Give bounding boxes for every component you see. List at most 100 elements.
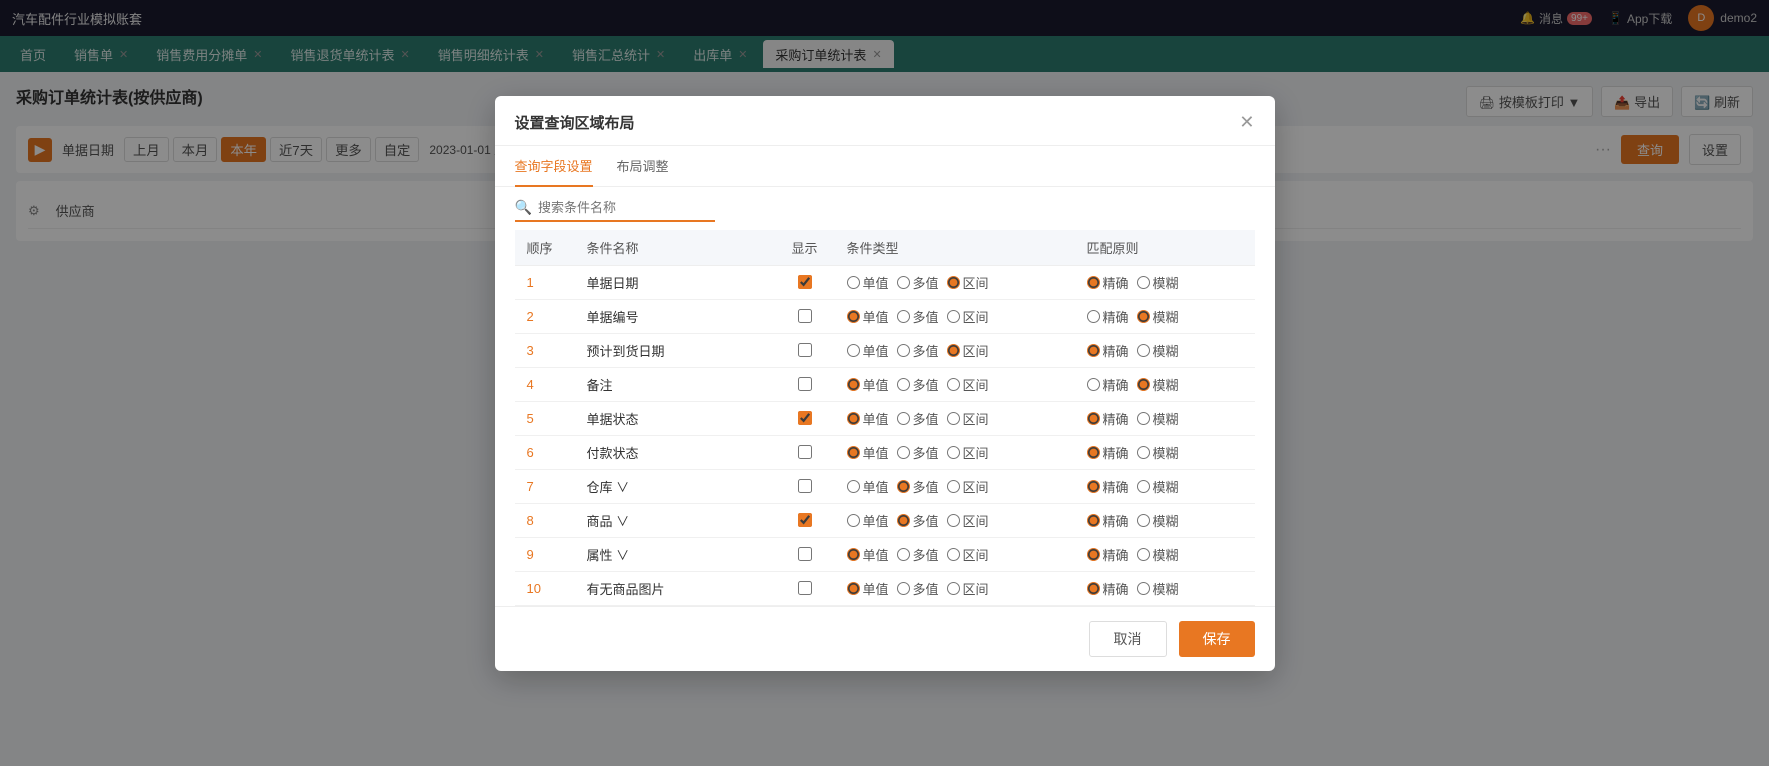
- match-radio-item[interactable]: 精确: [1087, 511, 1129, 530]
- type-radio-item[interactable]: 多值: [897, 477, 939, 496]
- type-type_range-radio[interactable]: [947, 276, 960, 289]
- match-match_exact-radio[interactable]: [1087, 514, 1100, 527]
- type-radio-item[interactable]: 单值: [847, 273, 889, 292]
- type-type_range-radio[interactable]: [947, 344, 960, 357]
- type-type_range-radio[interactable]: [947, 412, 960, 425]
- match-match_fuzzy-radio[interactable]: [1137, 446, 1150, 459]
- type-type_single-radio[interactable]: [847, 344, 860, 357]
- match-match_fuzzy-radio[interactable]: [1137, 276, 1150, 289]
- display-checkbox[interactable]: [798, 275, 812, 289]
- match-match_fuzzy-radio[interactable]: [1137, 514, 1150, 527]
- match-match_exact-radio[interactable]: [1087, 446, 1100, 459]
- save-button[interactable]: 保存: [1179, 621, 1255, 657]
- type-type_multi-radio[interactable]: [897, 548, 910, 561]
- match-match_fuzzy-radio[interactable]: [1137, 310, 1150, 323]
- type-radio-item[interactable]: 区间: [947, 273, 989, 292]
- match-match_exact-radio[interactable]: [1087, 548, 1100, 561]
- type-type_single-radio[interactable]: [847, 412, 860, 425]
- match-radio-item[interactable]: 模糊: [1137, 273, 1179, 292]
- type-radio-item[interactable]: 多值: [897, 579, 939, 598]
- type-radio-item[interactable]: 多值: [897, 545, 939, 564]
- type-radio-item[interactable]: 单值: [847, 477, 889, 496]
- display-checkbox[interactable]: [798, 411, 812, 425]
- display-checkbox[interactable]: [798, 479, 812, 493]
- type-type_range-radio[interactable]: [947, 514, 960, 527]
- display-checkbox[interactable]: [798, 547, 812, 561]
- match-match_fuzzy-radio[interactable]: [1137, 378, 1150, 391]
- type-radio-item[interactable]: 多值: [897, 511, 939, 530]
- type-type_multi-radio[interactable]: [897, 446, 910, 459]
- type-type_range-radio[interactable]: [947, 582, 960, 595]
- type-radio-item[interactable]: 单值: [847, 409, 889, 428]
- type-radio-item[interactable]: 单值: [847, 341, 889, 360]
- type-type_single-radio[interactable]: [847, 548, 860, 561]
- type-radio-item[interactable]: 区间: [947, 409, 989, 428]
- type-type_range-radio[interactable]: [947, 480, 960, 493]
- type-type_range-radio[interactable]: [947, 446, 960, 459]
- search-input[interactable]: [538, 200, 698, 215]
- dialog-close-button[interactable]: ✕: [1239, 113, 1254, 131]
- type-type_multi-radio[interactable]: [897, 412, 910, 425]
- type-type_single-radio[interactable]: [847, 446, 860, 459]
- type-type_range-radio[interactable]: [947, 378, 960, 391]
- display-checkbox[interactable]: [798, 445, 812, 459]
- type-type_range-radio[interactable]: [947, 548, 960, 561]
- type-type_single-radio[interactable]: [847, 310, 860, 323]
- match-match_fuzzy-radio[interactable]: [1137, 582, 1150, 595]
- type-type_single-radio[interactable]: [847, 582, 860, 595]
- type-type_single-radio[interactable]: [847, 378, 860, 391]
- match-radio-item[interactable]: 精确: [1087, 579, 1129, 598]
- display-checkbox[interactable]: [798, 513, 812, 527]
- match-radio-item[interactable]: 模糊: [1137, 477, 1179, 496]
- type-type_single-radio[interactable]: [847, 276, 860, 289]
- type-radio-item[interactable]: 区间: [947, 511, 989, 530]
- display-checkbox[interactable]: [798, 343, 812, 357]
- match-radio-item[interactable]: 模糊: [1137, 443, 1179, 462]
- tab-layout-adjustment[interactable]: 布局调整: [617, 146, 669, 187]
- type-radio-item[interactable]: 多值: [897, 443, 939, 462]
- match-match_exact-radio[interactable]: [1087, 582, 1100, 595]
- type-type_multi-radio[interactable]: [897, 344, 910, 357]
- type-type_range-radio[interactable]: [947, 310, 960, 323]
- match-match_exact-radio[interactable]: [1087, 344, 1100, 357]
- type-radio-item[interactable]: 单值: [847, 375, 889, 394]
- match-match_fuzzy-radio[interactable]: [1137, 344, 1150, 357]
- match-radio-item[interactable]: 模糊: [1137, 579, 1179, 598]
- type-type_single-radio[interactable]: [847, 514, 860, 527]
- display-checkbox[interactable]: [798, 377, 812, 391]
- match-radio-item[interactable]: 精确: [1087, 409, 1129, 428]
- match-radio-item[interactable]: 精确: [1087, 443, 1129, 462]
- type-radio-item[interactable]: 多值: [897, 409, 939, 428]
- match-radio-item[interactable]: 模糊: [1137, 545, 1179, 564]
- type-radio-item[interactable]: 区间: [947, 477, 989, 496]
- type-radio-item[interactable]: 多值: [897, 273, 939, 292]
- type-type_multi-radio[interactable]: [897, 276, 910, 289]
- type-type_multi-radio[interactable]: [897, 480, 910, 493]
- type-type_multi-radio[interactable]: [897, 310, 910, 323]
- display-checkbox[interactable]: [798, 581, 812, 595]
- display-checkbox[interactable]: [798, 309, 812, 323]
- type-radio-item[interactable]: 多值: [897, 375, 939, 394]
- type-type_multi-radio[interactable]: [897, 378, 910, 391]
- type-type_multi-radio[interactable]: [897, 582, 910, 595]
- tab-query-field-settings[interactable]: 查询字段设置: [515, 146, 593, 187]
- match-radio-item[interactable]: 模糊: [1137, 341, 1179, 360]
- match-radio-item[interactable]: 精确: [1087, 273, 1129, 292]
- match-match_exact-radio[interactable]: [1087, 480, 1100, 493]
- type-radio-item[interactable]: 单值: [847, 579, 889, 598]
- match-match_fuzzy-radio[interactable]: [1137, 548, 1150, 561]
- match-match_exact-radio[interactable]: [1087, 412, 1100, 425]
- match-match_exact-radio[interactable]: [1087, 310, 1100, 323]
- type-radio-item[interactable]: 区间: [947, 375, 989, 394]
- type-radio-item[interactable]: 区间: [947, 307, 989, 326]
- type-radio-item[interactable]: 区间: [947, 341, 989, 360]
- match-radio-item[interactable]: 精确: [1087, 545, 1129, 564]
- type-radio-item[interactable]: 区间: [947, 545, 989, 564]
- type-radio-item[interactable]: 区间: [947, 579, 989, 598]
- match-radio-item[interactable]: 精确: [1087, 341, 1129, 360]
- match-radio-item[interactable]: 模糊: [1137, 511, 1179, 530]
- match-match_fuzzy-radio[interactable]: [1137, 480, 1150, 493]
- type-radio-item[interactable]: 单值: [847, 443, 889, 462]
- match-match_exact-radio[interactable]: [1087, 276, 1100, 289]
- match-radio-item[interactable]: 模糊: [1137, 375, 1179, 394]
